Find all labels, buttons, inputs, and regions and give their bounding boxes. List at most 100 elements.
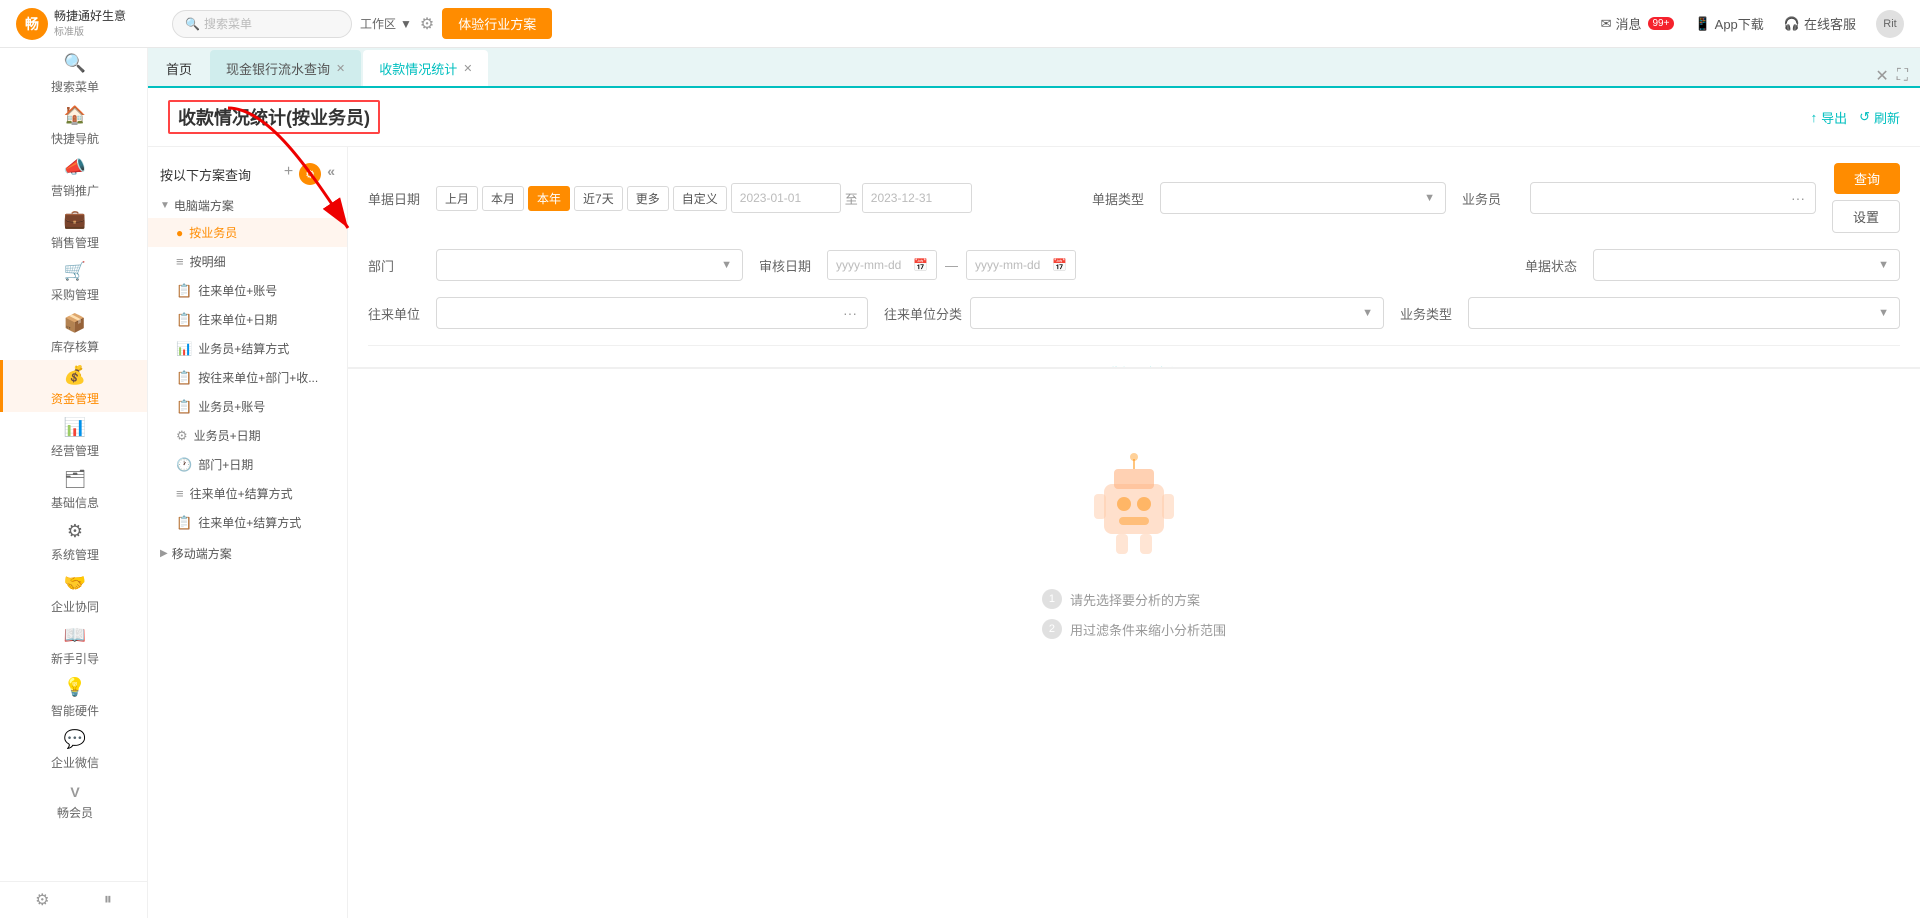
purchase-icon: 🛒 [64,261,86,282]
sidebar-item-wechat[interactable]: 💬 企业微信 [0,724,147,776]
trial-button[interactable]: 体验行业方案 [442,8,552,39]
date-btn-this-year[interactable]: 本年 [528,186,570,211]
sidebar-item-operation[interactable]: 📊 经营管理 [0,412,147,464]
top-header: 畅 畅捷通好生意 标准版 🔍 搜索菜单 工作区 ▼ ⚙ 体验行业方案 ✉ 消息 … [0,0,1920,48]
doc-status-select[interactable]: ▼ [1593,249,1900,281]
export-button[interactable]: ↑ 导出 [1811,108,1848,127]
app-download-item[interactable]: 📱 App下载 [1694,14,1763,33]
tab-bank-flow[interactable]: 现金银行流水查询 ✕ [210,50,361,86]
scheme-item-salesman-settle[interactable]: 📊 业务员+结算方式 [148,334,347,363]
sidebar-item-finance[interactable]: 💰 资金管理 [0,360,147,412]
scheme-item-partner-dept[interactable]: 📋 按往来单位+部门+收... [148,363,347,392]
sidebar-item-member[interactable]: V 畅会员 [0,776,147,828]
page-title: 收款情况统计(按业务员) [168,100,380,134]
settings-icon[interactable]: ⚙ [420,14,434,34]
dept-select[interactable]: ▼ [436,249,743,281]
refresh-button[interactable]: ↺ 刷新 [1859,108,1900,127]
sidebar-item-purchase[interactable]: 🛒 采购管理 [0,256,147,308]
header-search-box[interactable]: 🔍 搜索菜单 [172,10,352,38]
scheme-item-partner-account[interactable]: 📋 往来单位+账号 [148,276,347,305]
finance-icon: 💰 [64,365,86,386]
headset-icon: 🎧 [1784,16,1800,32]
scheme-item-partner-settle2[interactable]: 📋 往来单位+结算方式 [148,508,347,537]
date-from-input[interactable]: 2023-01-01 [731,183,841,213]
page-actions: ↑ 导出 ↺ 刷新 [1811,108,1900,127]
sidebar-label-member: 畅会员 [57,804,93,821]
scheme-panel-title: 按以下方案查询 [160,165,251,184]
sidebar-label-marketing: 营销推广 [51,182,99,199]
sidebar-item-basic[interactable]: 🗂 基础信息 [0,464,147,516]
scheme-item-by-salesman[interactable]: ● 按业务员 [148,218,347,247]
scheme-item-by-detail[interactable]: ≡ 按明细 [148,247,347,276]
audit-date-to[interactable]: yyyy-mm-dd 📅 [966,250,1076,280]
tab-expand-icon[interactable]: ⛶ [1897,67,1908,85]
sidebar-item-enterprise[interactable]: 🤝 企业协同 [0,568,147,620]
step-1-num: 1 [1042,589,1062,609]
tab-close-all-icon[interactable]: ✕ [1875,66,1888,86]
date-btn-more[interactable]: 更多 [627,186,669,211]
salesman-more-icon[interactable]: ··· [1791,190,1805,206]
sidebar-item-system[interactable]: ⚙ 系统管理 [0,516,147,568]
tab-home[interactable]: 首页 [150,50,208,86]
settings-button[interactable]: 设置 [1832,200,1900,233]
date-separator: 至 [845,189,858,208]
scheme-item-partner-date[interactable]: 📋 往来单位+日期 [148,305,347,334]
partner-settle2-icon: 📋 [176,515,192,531]
sales-icon: 💼 [64,209,86,230]
settings-bottom-icon[interactable]: ⚙ [35,890,49,910]
query-button[interactable]: 查询 [1834,163,1900,194]
salesman-settle-icon: 📊 [176,341,192,357]
sidebar-item-inventory[interactable]: 📦 库存核算 [0,308,147,360]
workspace-dropdown[interactable]: 工作区 ▼ [360,15,412,32]
audit-to-placeholder: yyyy-mm-dd [975,258,1040,272]
message-label: 消息 [1615,14,1641,33]
sidebar-item-guide[interactable]: 📖 新手引导 [0,620,147,672]
date-btn-this-month[interactable]: 本月 [482,186,524,211]
tab-receipt-stat[interactable]: 收款情况统计 ✕ [363,50,488,86]
partner-select[interactable]: ··· [436,297,868,329]
partner-cat-select[interactable]: ▼ [970,297,1384,329]
dept-label: 部门 [368,256,428,275]
filter-biz-type-item: 业务类型 ▼ [1400,297,1900,329]
system-icon: ⚙ [67,521,83,542]
scheme-add-icon[interactable]: + [284,163,293,185]
partner-cat-caret: ▼ [1362,307,1373,319]
scheme-item-dept-date[interactable]: 🕐 部门+日期 [148,450,347,479]
pause-icon[interactable]: ⏸ [104,891,112,909]
date-btn-7days[interactable]: 近7天 [574,186,623,211]
scheme-item-salesman-date[interactable]: ⚙ 业务员+日期 [148,421,347,450]
sidebar-item-marketing[interactable]: 📣 营销推广 [0,152,147,204]
scheme-settings-icon[interactable]: ⚙ [299,163,321,185]
tab-bank-flow-close[interactable]: ✕ [336,62,345,75]
scheme-collapse-icon[interactable]: « [327,163,335,185]
online-service-item[interactable]: 🎧 在线客服 [1784,14,1856,33]
sidebar-item-search-menu[interactable]: 🔍 搜索菜单 [0,48,147,100]
partner-date-icon: 📋 [176,312,192,328]
dept-date-icon: 🕐 [176,457,192,473]
tab-receipt-stat-close[interactable]: ✕ [463,62,472,75]
scheme-item-partner-settle1[interactable]: ≡ 往来单位+结算方式 [148,479,347,508]
biz-type-select[interactable]: ▼ [1468,297,1900,329]
message-item[interactable]: ✉ 消息 99+ [1601,14,1675,33]
user-avatar[interactable]: Rit [1876,10,1904,38]
date-to-input[interactable]: 2023-12-31 [862,183,972,213]
sidebar-item-quick-nav[interactable]: 🏠 快捷导航 [0,100,147,152]
audit-date-separator: — [945,258,958,273]
sidebar-item-smart-hw[interactable]: 💡 智能硬件 [0,672,147,724]
sidebar-label-sales: 销售管理 [51,234,99,251]
partner-label: 往来单位 [368,304,428,323]
salesman-select[interactable]: ··· [1530,182,1816,214]
scheme-item-salesman-account[interactable]: 📋 业务员+账号 [148,392,347,421]
audit-date-from[interactable]: yyyy-mm-dd 📅 [827,250,937,280]
scheme-group-desktop-title[interactable]: ▼ 电脑端方案 [148,193,347,218]
export-label: 导出 [1821,108,1847,127]
doc-type-select[interactable]: ▼ [1160,182,1446,214]
sidebar-item-sales[interactable]: 💼 销售管理 [0,204,147,256]
date-btn-custom[interactable]: 自定义 [673,186,727,211]
partner-more-icon[interactable]: ··· [843,305,857,321]
scheme-group-mobile-title[interactable]: ▶ 移动端方案 [148,541,347,566]
date-btn-last-month[interactable]: 上月 [436,186,478,211]
filter-row-3: 往来单位 ··· 往来单位分类 ▼ 业务 [368,297,1900,329]
collapse-button[interactable]: ∧∧ 收起更多条件 [368,354,1900,367]
search-icon: 🔍 [185,17,200,31]
